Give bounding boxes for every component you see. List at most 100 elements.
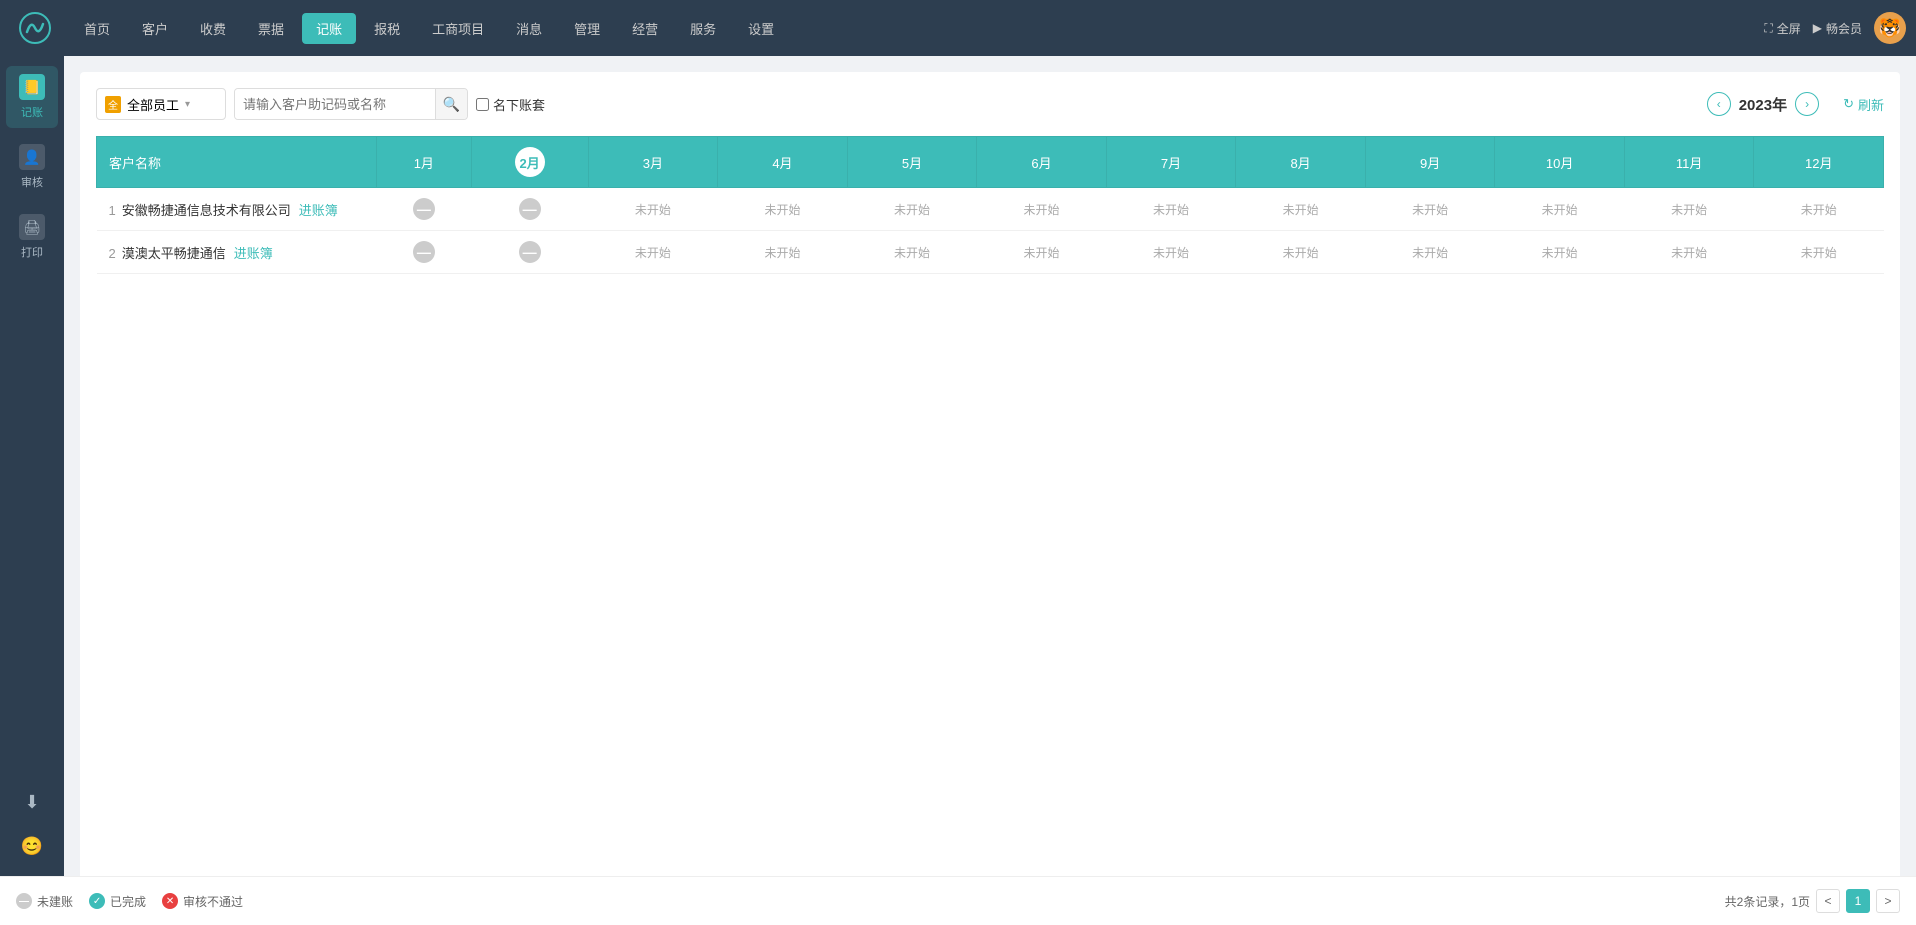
refresh-button[interactable]: ↻ 刷新 bbox=[1843, 95, 1884, 114]
status-not-started: 未开始 bbox=[1024, 246, 1060, 260]
nav-settings[interactable]: 设置 bbox=[734, 13, 788, 44]
page-1-button[interactable]: 1 bbox=[1846, 889, 1870, 913]
status-not-started: 未开始 bbox=[1542, 203, 1578, 217]
nav-client[interactable]: 客户 bbox=[128, 13, 182, 44]
month-cell-6: 未开始 bbox=[977, 231, 1107, 274]
nav-bizproject[interactable]: 工商项目 bbox=[418, 13, 498, 44]
vip-button[interactable]: ▶ 畅会员 bbox=[1813, 20, 1862, 37]
prev-page-button[interactable]: < bbox=[1816, 889, 1840, 913]
nav-fee[interactable]: 收费 bbox=[186, 13, 240, 44]
search-wrap: 🔍 bbox=[234, 88, 468, 120]
sidebar-item-bookkeeping[interactable]: 📒 记账 bbox=[6, 66, 58, 128]
col-month-10: 10月 bbox=[1495, 137, 1625, 188]
nav-service[interactable]: 服务 bbox=[676, 13, 730, 44]
status-not-started: 未开始 bbox=[1671, 203, 1707, 217]
nav-bookkeeping[interactable]: 记账 bbox=[302, 13, 356, 44]
employee-icon: 全 bbox=[105, 96, 121, 113]
sidebar-item-print[interactable]: 🖨 打印 bbox=[6, 206, 58, 268]
table-header-row: 客户名称 1月 2月 3月 4月 5月 6月 7月 8月 9月 10月 11月 … bbox=[97, 137, 1884, 188]
row-number: 2 bbox=[109, 246, 116, 261]
current-month-circle: 2月 bbox=[515, 147, 545, 177]
month-cell-1[interactable]: — bbox=[377, 231, 472, 274]
status-not-started: 未开始 bbox=[1024, 203, 1060, 217]
status-not-created-icon: — bbox=[519, 241, 541, 263]
month-cell-9: 未开始 bbox=[1365, 188, 1495, 231]
status-not-started: 未开始 bbox=[1412, 246, 1448, 260]
legend-completed: ✓ 已完成 bbox=[89, 893, 146, 910]
month-cell-5: 未开始 bbox=[847, 231, 977, 274]
row-number: 1 bbox=[109, 203, 116, 218]
next-page-button[interactable]: > bbox=[1876, 889, 1900, 913]
review-icon: 👤 bbox=[19, 144, 45, 170]
nav-tax[interactable]: 报税 bbox=[360, 13, 414, 44]
employee-select[interactable]: 全 全部员工 ▾ bbox=[96, 88, 226, 120]
status-not-started: 未开始 bbox=[894, 203, 930, 217]
nav-home[interactable]: 首页 bbox=[70, 13, 124, 44]
col-month-4: 4月 bbox=[718, 137, 848, 188]
entry-link[interactable]: 进账簿 bbox=[234, 246, 273, 261]
sidebar-user-button[interactable]: 😊 bbox=[14, 828, 50, 864]
next-year-button[interactable]: › bbox=[1795, 92, 1819, 116]
main-layout: 📒 记账 👤 审核 🖨 打印 ⬇ 😊 全 全部员工 ▾ bbox=[0, 56, 1916, 876]
sidebar-download-button[interactable]: ⬇ bbox=[14, 784, 50, 820]
pagination: 共2条记录，1页 < 1 > bbox=[1725, 889, 1900, 913]
chevron-down-icon: ▾ bbox=[185, 99, 190, 110]
client-name: 漠澳太平畅捷通信 bbox=[122, 246, 226, 261]
not-created-icon: — bbox=[16, 893, 32, 909]
legend: — 未建账 ✓ 已完成 ✕ 审核不通过 bbox=[16, 893, 243, 910]
table-row: 2漠澳太平畅捷通信进账簿——未开始未开始未开始未开始未开始未开始未开始未开始未开… bbox=[97, 231, 1884, 274]
month-cell-7: 未开始 bbox=[1106, 231, 1236, 274]
print-icon: 🖨 bbox=[19, 214, 45, 240]
nav-message[interactable]: 消息 bbox=[502, 13, 556, 44]
app-logo bbox=[10, 12, 60, 44]
status-not-created-icon: — bbox=[519, 198, 541, 220]
search-input[interactable] bbox=[235, 89, 435, 119]
fullscreen-button[interactable]: ⛶ 全屏 bbox=[1764, 20, 1800, 37]
status-not-started: 未开始 bbox=[1542, 246, 1578, 260]
nav-manage[interactable]: 管理 bbox=[560, 13, 614, 44]
vip-icon: ▶ bbox=[1813, 21, 1822, 35]
month-cell-1[interactable]: — bbox=[377, 188, 472, 231]
status-not-started: 未开始 bbox=[1801, 203, 1837, 217]
prev-year-button[interactable]: ‹ bbox=[1707, 92, 1731, 116]
nav-invoice[interactable]: 票据 bbox=[244, 13, 298, 44]
month-cell-4: 未开始 bbox=[718, 231, 848, 274]
refresh-icon: ↻ bbox=[1843, 96, 1854, 112]
month-cell-7: 未开始 bbox=[1106, 188, 1236, 231]
status-not-started: 未开始 bbox=[764, 203, 800, 217]
my-accounts-checkbox[interactable] bbox=[476, 98, 489, 111]
account-table: 客户名称 1月 2月 3月 4月 5月 6月 7月 8月 9月 10月 11月 … bbox=[96, 136, 1884, 274]
checkbox-wrap[interactable]: 名下账套 bbox=[476, 95, 545, 114]
col-month-5: 5月 bbox=[847, 137, 977, 188]
legend-rejected: ✕ 审核不通过 bbox=[162, 893, 243, 910]
search-button[interactable]: 🔍 bbox=[435, 89, 467, 119]
month-cell-5: 未开始 bbox=[847, 188, 977, 231]
top-nav: 首页 客户 收费 票据 记账 报税 工商项目 消息 管理 经营 服务 设置 ⛶ … bbox=[0, 0, 1916, 56]
status-not-created-icon: — bbox=[413, 198, 435, 220]
nav-operation[interactable]: 经营 bbox=[618, 13, 672, 44]
col-month-1: 1月 bbox=[377, 137, 472, 188]
client-name-cell: 1安徽畅捷通信息技术有限公司进账簿 bbox=[97, 188, 377, 231]
sidebar-item-review[interactable]: 👤 审核 bbox=[6, 136, 58, 198]
month-cell-10: 未开始 bbox=[1495, 188, 1625, 231]
status-not-created-icon: — bbox=[413, 241, 435, 263]
avatar[interactable]: 🐯 bbox=[1874, 12, 1906, 44]
month-cell-3: 未开始 bbox=[588, 188, 718, 231]
month-cell-2[interactable]: — bbox=[471, 188, 588, 231]
month-cell-3: 未开始 bbox=[588, 231, 718, 274]
status-not-started: 未开始 bbox=[1671, 246, 1707, 260]
month-cell-6: 未开始 bbox=[977, 188, 1107, 231]
client-name-cell: 2 漠澳太平畅捷通信进账簿 bbox=[97, 231, 377, 274]
footer: — 未建账 ✓ 已完成 ✕ 审核不通过 共2条记录，1页 < 1 > bbox=[0, 876, 1916, 925]
status-not-started: 未开始 bbox=[1283, 203, 1319, 217]
status-not-started: 未开始 bbox=[1153, 203, 1189, 217]
entry-link[interactable]: 进账簿 bbox=[299, 203, 338, 218]
status-not-started: 未开始 bbox=[1283, 246, 1319, 260]
year-display: 2023年 bbox=[1739, 94, 1787, 115]
sidebar: 📒 记账 👤 审核 🖨 打印 ⬇ 😊 bbox=[0, 56, 64, 876]
legend-not-created: — 未建账 bbox=[16, 893, 73, 910]
col-month-3: 3月 bbox=[588, 137, 718, 188]
content-area: 全 全部员工 ▾ 🔍 名下账套 ‹ 2023年 › bbox=[64, 56, 1916, 876]
month-cell-2[interactable]: — bbox=[471, 231, 588, 274]
total-text: 共2条记录，1页 bbox=[1725, 893, 1810, 910]
